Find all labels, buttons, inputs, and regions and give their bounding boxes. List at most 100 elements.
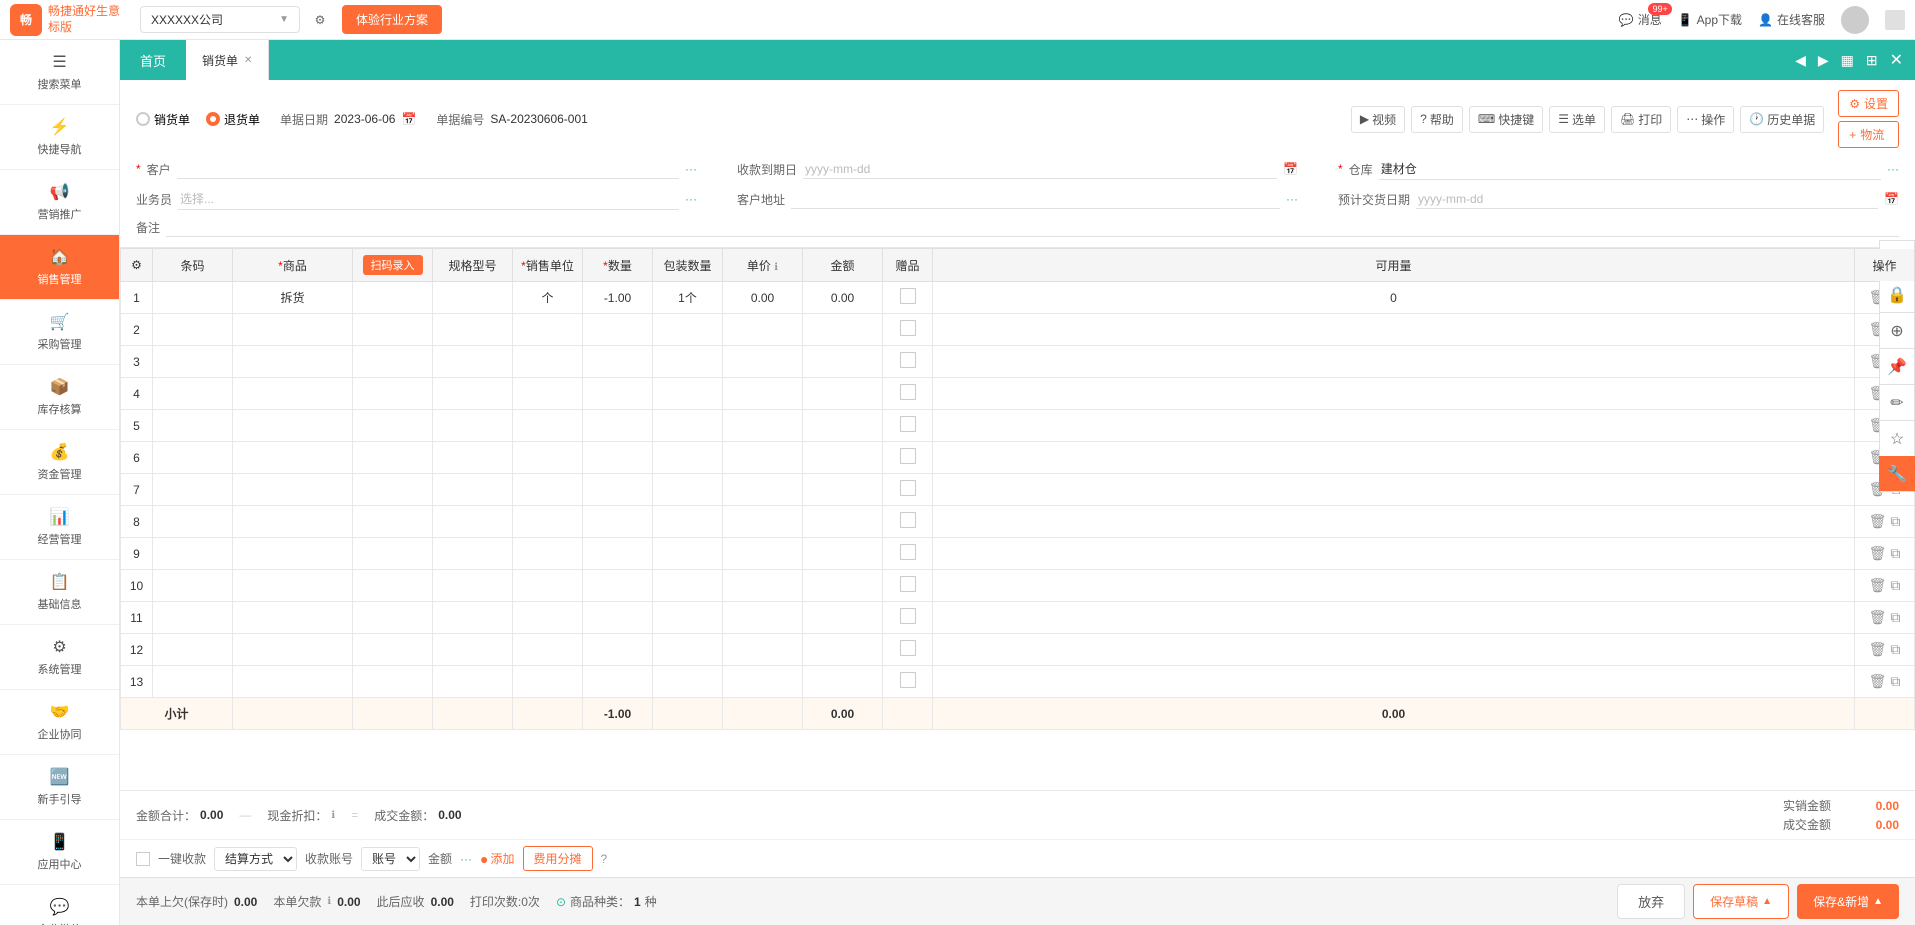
row-unit-price[interactable]: 0.00 xyxy=(723,282,803,314)
row-unit-spec[interactable] xyxy=(433,282,513,314)
add-payment-btn[interactable]: ● 添加 xyxy=(480,850,514,867)
print-btn[interactable]: 🖨 打印 xyxy=(1611,106,1671,133)
copy-btn[interactable]: ⧉ xyxy=(1890,673,1900,690)
settings-btn[interactable]: ⚙ 设置 xyxy=(1838,90,1899,117)
payment-more-icon[interactable]: ··· xyxy=(460,852,472,866)
payment-due-input[interactable]: yyyy-mm-dd xyxy=(803,160,1277,179)
row-spec[interactable] xyxy=(353,282,433,314)
save-draft-button[interactable]: 保存草稿 ▲ xyxy=(1693,884,1789,919)
sidebar-item-enterprise[interactable]: 🤝 企业协同 xyxy=(0,690,119,755)
gift-checkbox[interactable] xyxy=(900,320,916,336)
salesperson-input[interactable]: 选择... xyxy=(178,188,679,210)
save-new-button[interactable]: 保存&新增 ▲ xyxy=(1797,884,1899,919)
unit-price-info-icon[interactable]: ℹ xyxy=(774,262,778,273)
tab-close-all-icon[interactable]: ✕ xyxy=(1886,46,1907,74)
message-btn[interactable]: 💬 消息 99+ xyxy=(1619,11,1662,28)
gift-checkbox[interactable] xyxy=(900,288,916,304)
sidebar-item-basic-info[interactable]: 📋 基础信息 xyxy=(0,560,119,625)
gift-checkbox[interactable] xyxy=(900,384,916,400)
sidebar-item-quick-nav[interactable]: ⚡ 快捷导航 xyxy=(0,105,119,170)
tab-sales-order[interactable]: 销货单 ✕ xyxy=(186,40,269,80)
sidebar-item-purchase[interactable]: 🛒 采购管理 xyxy=(0,300,119,365)
copy-btn[interactable]: ⧉ xyxy=(1890,641,1900,658)
gift-checkbox[interactable] xyxy=(900,576,916,592)
cash-discount-info-icon[interactable]: ℹ xyxy=(331,810,335,821)
tab-home[interactable]: 首页 xyxy=(120,40,186,80)
sidebar-item-search[interactable]: ☰ 搜索菜单 xyxy=(0,40,119,105)
online-service-btn[interactable]: 👤 在线客服 xyxy=(1758,11,1825,28)
sidebar-item-operations[interactable]: 📊 经营管理 xyxy=(0,495,119,560)
sidebar-item-finance[interactable]: 💰 资金管理 xyxy=(0,430,119,495)
address-more-icon[interactable]: ··· xyxy=(1286,192,1298,206)
help-btn[interactable]: ? 帮助 xyxy=(1411,106,1463,133)
copy-btn[interactable]: ⧉ xyxy=(1890,545,1900,562)
settlement-method-select[interactable]: 结算方式 xyxy=(214,847,297,871)
row-unit[interactable]: 个 xyxy=(513,282,583,314)
rf-pin-btn[interactable]: 📌 xyxy=(1879,348,1915,384)
expense-split-btn[interactable]: 费用分摊 xyxy=(523,846,593,871)
delivery-cal-icon[interactable]: 📅 xyxy=(1884,192,1899,206)
sidebar-item-sales[interactable]: 🏠 销售管理 xyxy=(0,235,119,300)
row-barcode[interactable] xyxy=(153,282,233,314)
row-product[interactable]: 拆货 xyxy=(233,282,353,314)
delete-btn[interactable]: 🗑 xyxy=(1869,609,1887,626)
copy-btn[interactable]: ⧉ xyxy=(1890,609,1900,626)
company-selector[interactable]: XXXXXX公司 ▼ xyxy=(140,6,300,33)
gift-checkbox[interactable] xyxy=(900,640,916,656)
gift-checkbox[interactable] xyxy=(900,416,916,432)
gift-checkbox[interactable] xyxy=(900,480,916,496)
delete-btn[interactable]: 🗑 xyxy=(1869,673,1887,690)
customer-input[interactable] xyxy=(177,160,679,179)
row-gift[interactable] xyxy=(883,282,933,314)
delete-btn[interactable]: 🗑 xyxy=(1869,513,1887,530)
row-amount[interactable]: 0.00 xyxy=(803,282,883,314)
gift-checkbox[interactable] xyxy=(900,448,916,464)
avatar[interactable] xyxy=(1841,6,1869,34)
trial-button[interactable]: 体验行业方案 xyxy=(342,5,442,34)
rf-add-btn[interactable]: ⊕ xyxy=(1879,312,1915,348)
gift-checkbox[interactable] xyxy=(900,672,916,688)
copy-btn[interactable]: ⧉ xyxy=(1890,577,1900,594)
tab-close-icon[interactable]: ✕ xyxy=(244,55,252,66)
rf-star-btn[interactable]: ☆ xyxy=(1879,420,1915,456)
row-quantity[interactable]: -1.00 xyxy=(583,282,653,314)
sidebar-item-app-center[interactable]: 📱 应用中心 xyxy=(0,820,119,885)
rf-edit-btn[interactable]: ✏ xyxy=(1879,384,1915,420)
delete-btn[interactable]: 🗑 xyxy=(1869,545,1887,562)
radio-sales-order[interactable]: 销货单 xyxy=(136,111,190,128)
shortcut-btn[interactable]: ⌨ 快捷键 xyxy=(1469,106,1543,133)
customer-more-icon[interactable]: ··· xyxy=(685,162,697,176)
sidebar-item-system[interactable]: ⚙ 系统管理 xyxy=(0,625,119,690)
warehouse-input[interactable]: 建材仓 xyxy=(1379,158,1881,180)
remarks-input[interactable] xyxy=(166,218,1899,237)
app-download-btn[interactable]: 📱 App下载 xyxy=(1678,11,1742,28)
logistics-btn[interactable]: + 物流 xyxy=(1838,121,1899,148)
radio-return-order[interactable]: 退货单 xyxy=(206,111,260,128)
sidebar-item-marketing[interactable]: 📢 营销推广 xyxy=(0,170,119,235)
history-btn[interactable]: 🕐 历史单据 xyxy=(1740,106,1824,133)
tab-next-icon[interactable]: ▶ xyxy=(1814,48,1833,73)
account-select[interactable]: 账号 xyxy=(361,847,420,871)
operation-btn[interactable]: ⋯ 操作 xyxy=(1677,106,1734,133)
abandon-button[interactable]: 放弃 xyxy=(1617,884,1685,919)
th-gear[interactable]: ⚙ xyxy=(121,249,153,282)
gift-checkbox[interactable] xyxy=(900,608,916,624)
gift-checkbox[interactable] xyxy=(900,512,916,528)
row-pack-qty[interactable]: 1个 xyxy=(653,282,723,314)
debit-info-icon[interactable]: ℹ xyxy=(327,896,331,907)
tab-grid2-icon[interactable]: ⊞ xyxy=(1862,48,1882,73)
video-btn[interactable]: ▶ 视频 xyxy=(1351,106,1405,133)
one-click-payment-checkbox[interactable] xyxy=(136,852,150,866)
payment-cal-icon[interactable]: 📅 xyxy=(1283,162,1298,176)
expense-help-icon[interactable]: ? xyxy=(601,852,608,866)
sidebar-item-inventory[interactable]: 📦 库存核算 xyxy=(0,365,119,430)
copy-btn[interactable]: ⧉ xyxy=(1890,513,1900,530)
tab-grid1-icon[interactable]: ▦ xyxy=(1837,48,1858,73)
settings-icon[interactable]: ⚙ xyxy=(306,6,334,34)
warehouse-more-icon[interactable]: ··· xyxy=(1887,162,1899,176)
scan-button[interactable]: 扫码录入 xyxy=(363,255,423,275)
tab-prev-icon[interactable]: ◀ xyxy=(1791,48,1810,73)
delete-btn[interactable]: 🗑 xyxy=(1869,577,1887,594)
rf-orange-btn[interactable]: 🔧 xyxy=(1879,456,1915,492)
sidebar-item-guide[interactable]: 🆕 新手引导 xyxy=(0,755,119,820)
